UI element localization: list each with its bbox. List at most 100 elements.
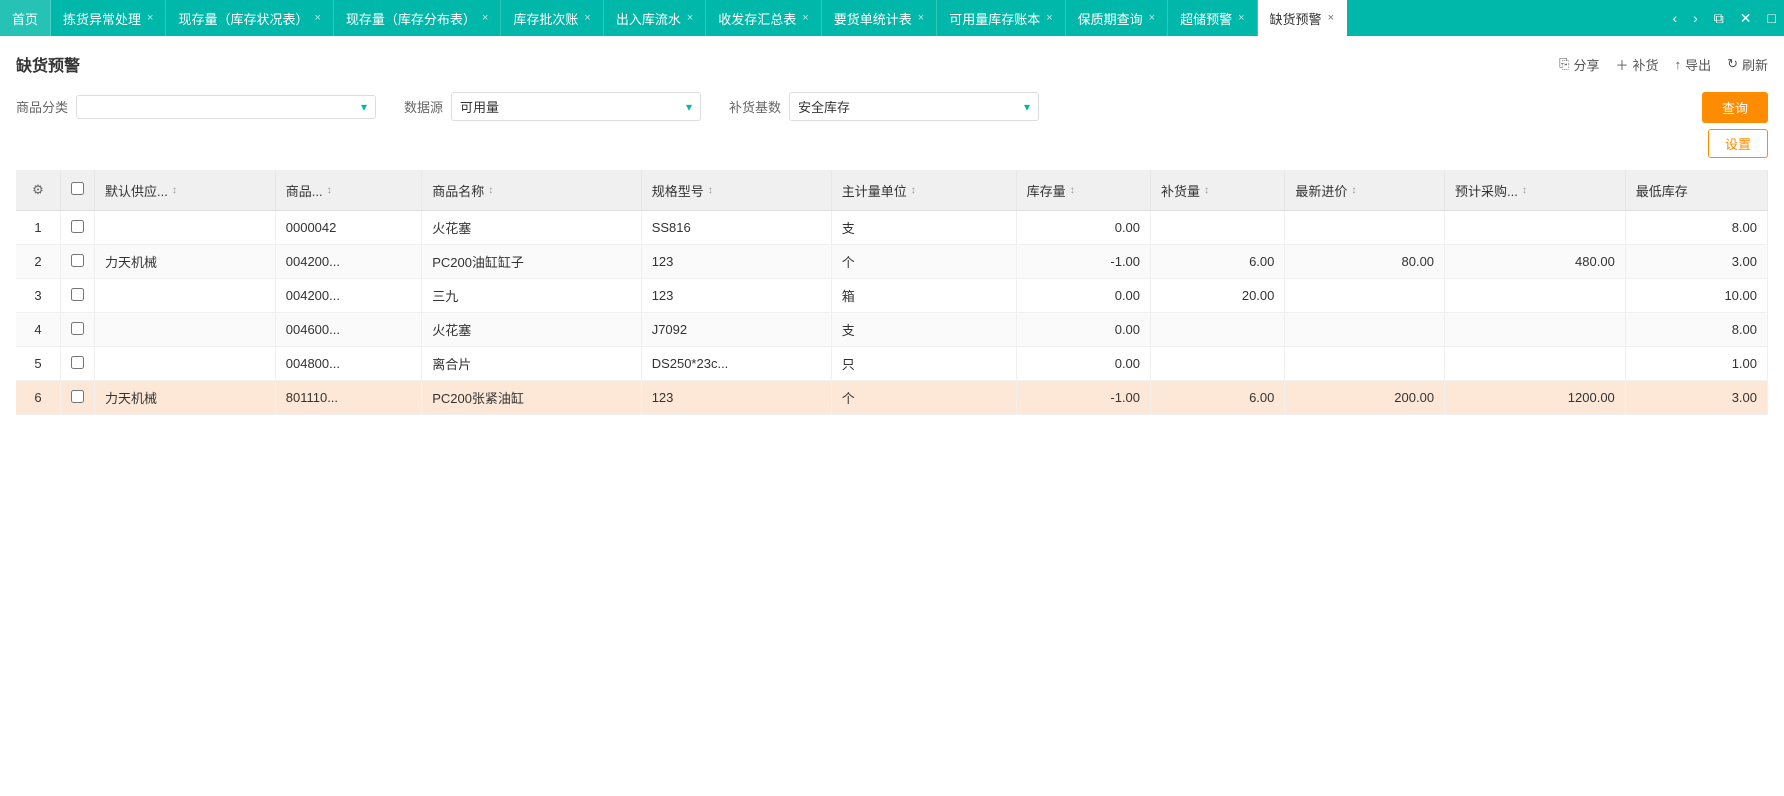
nav-tab-9[interactable]: 保质期查询 × bbox=[1066, 0, 1168, 36]
row-checkbox-4[interactable] bbox=[61, 313, 95, 347]
close-tab-2-icon[interactable]: × bbox=[314, 12, 320, 24]
row-select-5[interactable] bbox=[71, 356, 84, 369]
nav-tab-7[interactable]: 要货单统计表 × bbox=[822, 0, 937, 36]
replenish-base-select[interactable]: 安全库存 ▾ bbox=[789, 92, 1039, 121]
col-item-code: 商品... ↕ bbox=[275, 170, 421, 211]
row-item-name-6: PC200张紧油缸 bbox=[422, 381, 642, 415]
row-select-3[interactable] bbox=[71, 288, 84, 301]
row-select-1[interactable] bbox=[71, 220, 84, 233]
nav-tab-3[interactable]: 现存量（库存分布表） × bbox=[334, 0, 501, 36]
nav-restore-button[interactable]: ⧉ bbox=[1706, 0, 1732, 36]
export-button[interactable]: ↑ 导出 bbox=[1675, 55, 1712, 74]
share-button[interactable]: ⎘ 分享 bbox=[1559, 55, 1599, 74]
nav-tab-8[interactable]: 可用量库存账本 × bbox=[937, 0, 1065, 36]
nav-tab-11[interactable]: 缺货预警 × bbox=[1258, 0, 1347, 36]
replenish-base-chevron-icon: ▾ bbox=[1024, 100, 1030, 114]
col-default-supplier-label: 默认供应... bbox=[105, 181, 168, 200]
nav-tab-10[interactable]: 超储预警 × bbox=[1168, 0, 1257, 36]
close-tab-1-icon[interactable]: × bbox=[147, 12, 153, 24]
row-checkbox-1[interactable] bbox=[61, 211, 95, 245]
datasource-select[interactable]: 可用量 ▾ bbox=[451, 92, 701, 121]
datasource-chevron-icon: ▾ bbox=[686, 100, 692, 114]
col-stock: 库存量 ↕ bbox=[1016, 170, 1150, 211]
close-tab-3-icon[interactable]: × bbox=[482, 12, 488, 24]
nav-tab-home[interactable]: 首页 bbox=[0, 0, 51, 36]
replenish-base-label: 补货基数 bbox=[729, 97, 781, 116]
category-filter-group: 商品分类 ▾ bbox=[16, 95, 376, 119]
refresh-label: 刷新 bbox=[1742, 55, 1768, 74]
row-latest-price-4 bbox=[1285, 313, 1445, 347]
close-tab-7-icon[interactable]: × bbox=[918, 12, 924, 24]
col-est-purchase-label: 预计采购... bbox=[1455, 181, 1518, 200]
page-header: 缺货预警 ⎘ 分享 ＋ 补货 ↑ 导出 ↻ 刷新 bbox=[16, 52, 1768, 76]
row-spec-1: SS816 bbox=[641, 211, 831, 245]
close-tab-4-icon[interactable]: × bbox=[584, 12, 590, 24]
nav-arrows-group: ‹ › ⧉ ✕ □ bbox=[1664, 0, 1784, 36]
datasource-label: 数据源 bbox=[404, 97, 443, 116]
row-spec-3: 123 bbox=[641, 279, 831, 313]
close-tab-11-icon[interactable]: × bbox=[1328, 12, 1334, 24]
col-settings: ⚙ bbox=[16, 170, 61, 211]
row-est-purchase-6: 1200.00 bbox=[1445, 381, 1626, 415]
row-checkbox-2[interactable] bbox=[61, 245, 95, 279]
row-select-4[interactable] bbox=[71, 322, 84, 335]
col-replenish: 补货量 ↕ bbox=[1151, 170, 1285, 211]
close-tab-9-icon[interactable]: × bbox=[1149, 12, 1155, 24]
close-tab-5-icon[interactable]: × bbox=[687, 12, 693, 24]
col-unit-label: 主计量单位 bbox=[842, 181, 907, 200]
sort-latest-price-icon: ↕ bbox=[1351, 185, 1356, 196]
table-settings-icon[interactable]: ⚙ bbox=[26, 178, 50, 202]
nav-tab-6[interactable]: 收发存汇总表 × bbox=[706, 0, 821, 36]
row-item-name-3: 三九 bbox=[422, 279, 642, 313]
datasource-value: 可用量 bbox=[460, 97, 499, 116]
nav-next-button[interactable]: › bbox=[1685, 0, 1706, 36]
query-button[interactable]: 查询 bbox=[1702, 92, 1768, 123]
row-checkbox-3[interactable] bbox=[61, 279, 95, 313]
row-stock-5: 0.00 bbox=[1016, 347, 1150, 381]
select-all-checkbox[interactable] bbox=[71, 182, 84, 195]
nav-tab-5[interactable]: 出入库流水 × bbox=[604, 0, 706, 36]
row-select-2[interactable] bbox=[71, 254, 84, 267]
close-tab-10-icon[interactable]: × bbox=[1238, 12, 1244, 24]
share-label: 分享 bbox=[1574, 55, 1600, 74]
col-default-supplier: 默认供应... ↕ bbox=[95, 170, 276, 211]
row-item-code-5: 004800... bbox=[275, 347, 421, 381]
row-num-1: 1 bbox=[16, 211, 61, 245]
nav-tab-1[interactable]: 拣货异常处理 × bbox=[51, 0, 166, 36]
settings-button[interactable]: 设置 bbox=[1708, 129, 1768, 158]
category-select[interactable]: ▾ bbox=[76, 95, 376, 119]
row-unit-6: 个 bbox=[831, 381, 1016, 415]
row-min-stock-1: 8.00 bbox=[1625, 211, 1767, 245]
replenish-button[interactable]: ＋ 补货 bbox=[1616, 55, 1659, 74]
nav-tab-4[interactable]: 库存批次账 × bbox=[501, 0, 603, 36]
close-tab-8-icon[interactable]: × bbox=[1046, 12, 1052, 24]
sort-supplier-icon: ↕ bbox=[172, 185, 177, 196]
nav-close-button[interactable]: ✕ bbox=[1732, 0, 1760, 36]
nav-tab-9-label: 保质期查询 bbox=[1078, 9, 1143, 28]
sort-est-purchase-icon: ↕ bbox=[1522, 185, 1527, 196]
col-latest-price-label: 最新进价 bbox=[1295, 181, 1347, 200]
row-supplier-2: 力天机械 bbox=[95, 245, 276, 279]
table-row: 5 004800... 离合片 DS250*23c... 只 0.00 1.00 bbox=[16, 347, 1768, 381]
sort-spec-icon: ↕ bbox=[708, 185, 713, 196]
filter-row: 商品分类 ▾ 数据源 可用量 ▾ 补货基数 安全库存 ▾ bbox=[16, 92, 1686, 121]
nav-tab-2[interactable]: 现存量（库存状况表） × bbox=[166, 0, 333, 36]
refresh-button[interactable]: ↻ 刷新 bbox=[1727, 55, 1768, 74]
col-item-code-label: 商品... bbox=[286, 181, 323, 200]
nav-tab-5-label: 出入库流水 bbox=[616, 9, 681, 28]
nav-maximize-button[interactable]: □ bbox=[1760, 0, 1784, 36]
row-replenish-6: 6.00 bbox=[1151, 381, 1285, 415]
row-checkbox-5[interactable] bbox=[61, 347, 95, 381]
row-latest-price-3 bbox=[1285, 279, 1445, 313]
nav-prev-button[interactable]: ‹ bbox=[1664, 0, 1685, 36]
row-replenish-1 bbox=[1151, 211, 1285, 245]
row-min-stock-3: 10.00 bbox=[1625, 279, 1767, 313]
row-select-6[interactable] bbox=[71, 390, 84, 403]
nav-tab-10-label: 超储预警 bbox=[1180, 9, 1232, 28]
row-checkbox-6[interactable] bbox=[61, 381, 95, 415]
close-tab-6-icon[interactable]: × bbox=[802, 12, 808, 24]
row-est-purchase-4 bbox=[1445, 313, 1626, 347]
row-item-code-4: 004600... bbox=[275, 313, 421, 347]
export-label: 导出 bbox=[1685, 55, 1711, 74]
row-unit-1: 支 bbox=[831, 211, 1016, 245]
